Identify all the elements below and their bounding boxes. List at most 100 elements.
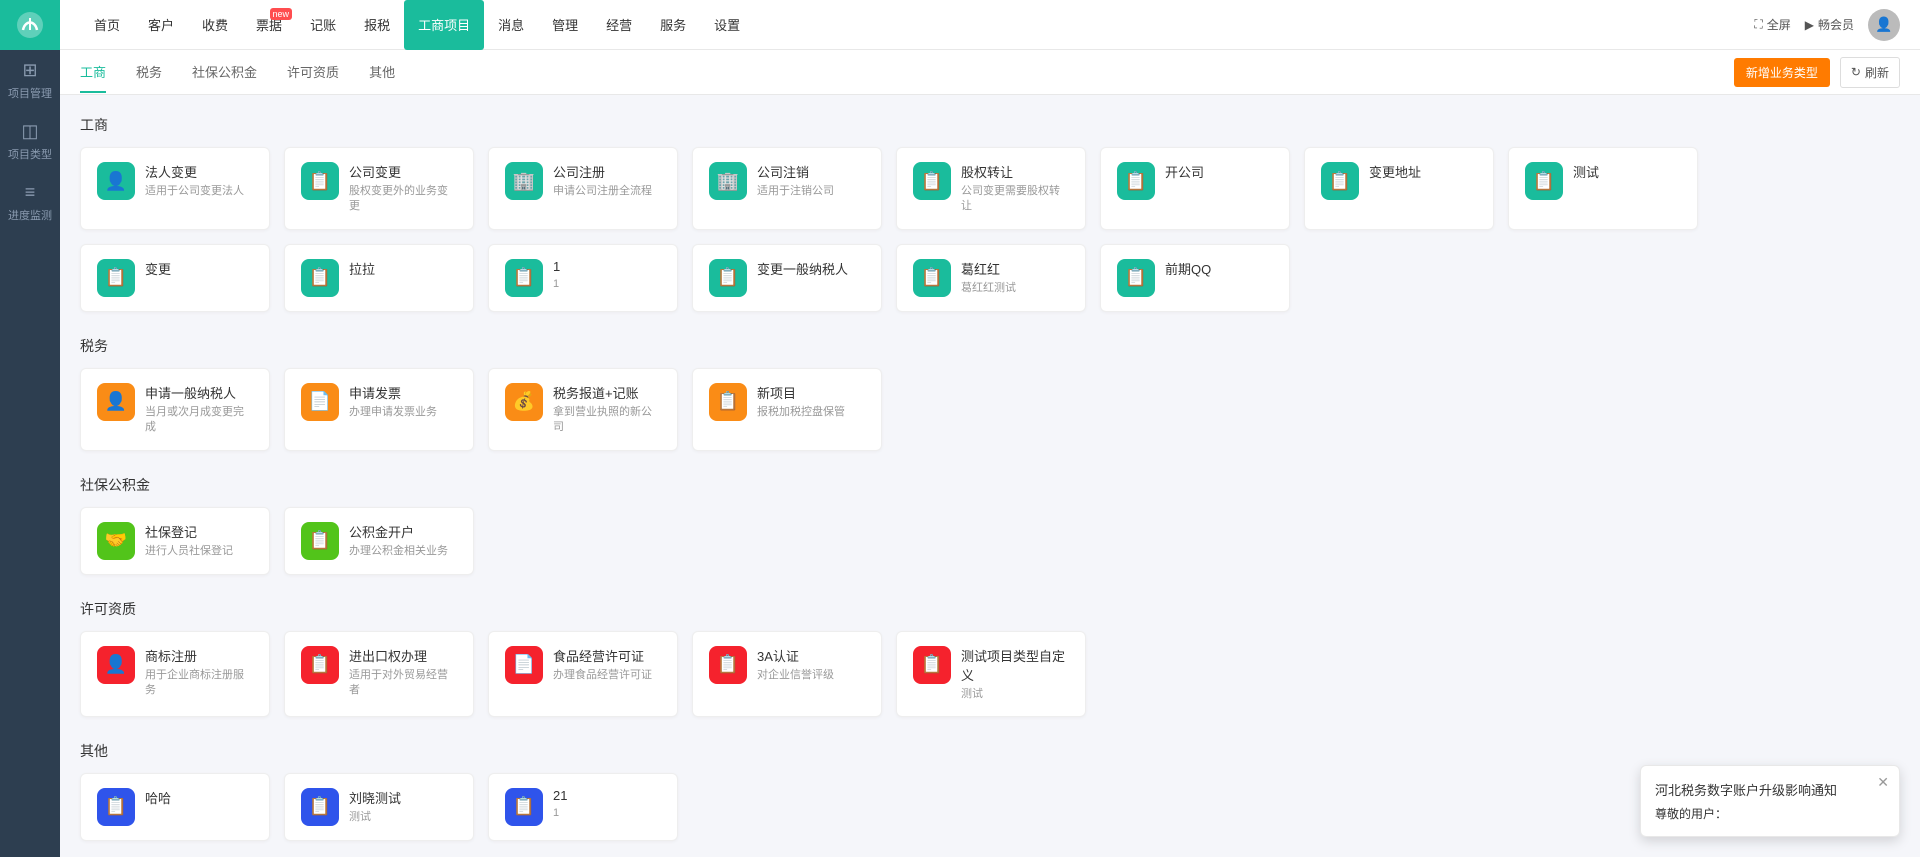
card-desc-apply-invoice: 办理申请发票业务 (349, 405, 457, 420)
card-desc-liu-xiao-test: 测试 (349, 810, 457, 825)
section-title-other: 其他 (80, 741, 1900, 761)
card-icon-new-project: 📋 (709, 383, 747, 421)
cards-grid-license: 👤 商标注册 用于企业商标注册服务 📋 进出口权办理 适用于对外贸易经营者 (80, 631, 1900, 717)
nav-messages[interactable]: 消息 (484, 0, 538, 50)
card-legal-change[interactable]: 👤 法人变更 适用于公司变更法人 (80, 147, 270, 230)
tab-header: 工商 税务 社保公积金 许可资质 其他 新增业务类型 ↻ 刷新 (60, 50, 1920, 95)
card-icon-change-address: 📋 (1321, 162, 1359, 200)
nav-operations[interactable]: 经营 (592, 0, 646, 50)
card-name-legal-change: 法人变更 (145, 162, 253, 181)
nav-clients[interactable]: 客户 (134, 0, 188, 50)
tab-list: 工商 税务 社保公积金 许可资质 其他 (80, 50, 395, 94)
nav-accounting[interactable]: 记账 (296, 0, 350, 50)
card-name-front-qq: 前期QQ (1165, 259, 1273, 278)
card-front-qq[interactable]: 📋 前期QQ (1100, 244, 1290, 312)
card-trademark[interactable]: 👤 商标注册 用于企业商标注册服务 (80, 631, 270, 717)
card-apply-general-tax[interactable]: 👤 申请一般纳税人 当月或次月成变更完成 (80, 368, 270, 451)
card-desc-twenty-one: 1 (553, 806, 661, 821)
card-desc-company-change: 股权变更外的业务变更 (349, 184, 457, 215)
tab-industry[interactable]: 工商 (80, 52, 106, 93)
nav-manage[interactable]: 管理 (538, 0, 592, 50)
card-name-one: 1 (553, 259, 661, 274)
section-title-license: 许可资质 (80, 599, 1900, 619)
card-equity-transfer[interactable]: 📋 股权转让 公司变更需要股权转让 (896, 147, 1086, 230)
card-icon-company-register: 🏢 (505, 162, 543, 200)
topnav-right: ⛶ 全屏 ▶ 畅会员 👤 (1754, 9, 1900, 41)
nav-billing[interactable]: 收费 (188, 0, 242, 50)
refresh-button[interactable]: ↻ 刷新 (1840, 57, 1900, 88)
card-import-export[interactable]: 📋 进出口权办理 适用于对外贸易经营者 (284, 631, 474, 717)
card-change-tax[interactable]: 📋 变更一般纳税人 (692, 244, 882, 312)
card-name-test-type: 测试项目类型自定义 (961, 646, 1069, 684)
sidebar-item-progress-monitor[interactable]: ≡ 进度监测 (0, 172, 60, 233)
avatar-icon: 👤 (1875, 16, 1892, 33)
card-desc-social-register: 进行人员社保登记 (145, 544, 253, 559)
nav-tax[interactable]: 报税 (350, 0, 404, 50)
card-fund-account[interactable]: 📋 公积金开户 办理公积金相关业务 (284, 507, 474, 575)
card-desc-tax-report: 拿到营业执照的新公司 (553, 405, 661, 436)
card-twenty-one[interactable]: 📋 21 1 (488, 773, 678, 841)
sidebar-item-project-manage[interactable]: ⊞ 项目管理 (0, 50, 60, 111)
card-company-change[interactable]: 📋 公司变更 股权变更外的业务变更 (284, 147, 474, 230)
card-desc-ge-red: 葛红红测试 (961, 281, 1069, 296)
card-social-register[interactable]: 🤝 社保登记 进行人员社保登记 (80, 507, 270, 575)
card-name-change-address: 变更地址 (1369, 162, 1477, 181)
nav-service[interactable]: 服务 (646, 0, 700, 50)
card-icon-ge-red: 📋 (913, 259, 951, 297)
card-desc-fund-account: 办理公积金相关业务 (349, 544, 457, 559)
progress-monitor-icon: ≡ (25, 182, 36, 203)
card-food-license[interactable]: 📄 食品经营许可证 办理食品经营许可证 (488, 631, 678, 717)
card-name-lala: 拉拉 (349, 259, 457, 278)
tab-tax[interactable]: 税务 (136, 52, 162, 93)
card-one[interactable]: 📋 1 1 (488, 244, 678, 312)
card-desc-import-export: 适用于对外贸易经营者 (349, 668, 457, 699)
card-company-cancel[interactable]: 🏢 公司注销 适用于注销公司 (692, 147, 882, 230)
card-icon-social-register: 🤝 (97, 522, 135, 560)
vip-icon: ▶ (1805, 18, 1814, 32)
card-name-trademark: 商标注册 (145, 646, 253, 665)
card-name-social-register: 社保登记 (145, 522, 253, 541)
card-3a-cert[interactable]: 📋 3A认证 对企业信誉评级 (692, 631, 882, 717)
card-name-open-company: 开公司 (1165, 162, 1273, 181)
tab-social[interactable]: 社保公积金 (192, 52, 257, 93)
card-tax-report[interactable]: 💰 税务报道+记账 拿到营业执照的新公司 (488, 368, 678, 451)
card-open-company[interactable]: 📋 开公司 (1100, 147, 1290, 230)
fullscreen-btn[interactable]: ⛶ 全屏 (1754, 16, 1790, 33)
avatar[interactable]: 👤 (1868, 9, 1900, 41)
card-desc-company-cancel: 适用于注销公司 (757, 184, 865, 199)
card-change1[interactable]: 📋 变更 (80, 244, 270, 312)
card-change-address[interactable]: 📋 变更地址 (1304, 147, 1494, 230)
main-wrapper: 首页 客户 收费 票据 new 记账 报税 工商项目 消息 管理 经营 服务 设… (60, 0, 1920, 857)
card-name-equity-transfer: 股权转让 (961, 162, 1069, 181)
card-desc-new-project: 报税加税控盘保管 (757, 405, 865, 420)
nav-settings[interactable]: 设置 (700, 0, 754, 50)
card-test1[interactable]: 📋 测试 (1508, 147, 1698, 230)
card-apply-invoice[interactable]: 📄 申请发票 办理申请发票业务 (284, 368, 474, 451)
card-ge-red[interactable]: 📋 葛红红 葛红红测试 (896, 244, 1086, 312)
tab-license[interactable]: 许可资质 (287, 52, 339, 93)
section-title-industry: 工商 (80, 115, 1900, 135)
card-company-register[interactable]: 🏢 公司注册 申请公司注册全流程 (488, 147, 678, 230)
vip-btn[interactable]: ▶ 畅会员 (1805, 16, 1854, 33)
card-name-tax-report: 税务报道+记账 (553, 383, 661, 402)
nav-industry[interactable]: 工商项目 (404, 0, 484, 50)
card-liu-xiao-test[interactable]: 📋 刘晓测试 测试 (284, 773, 474, 841)
card-haha[interactable]: 📋 哈哈 (80, 773, 270, 841)
tab-other[interactable]: 其他 (369, 52, 395, 93)
card-new-project[interactable]: 📋 新项目 报税加税控盘保管 (692, 368, 882, 451)
card-test-type[interactable]: 📋 测试项目类型自定义 测试 (896, 631, 1086, 717)
notification-close-btn[interactable]: ✕ (1877, 774, 1889, 791)
content-main: 工商 税务 社保公积金 许可资质 其他 新增业务类型 ↻ 刷新 工商 (60, 50, 1920, 857)
card-icon-change1: 📋 (97, 259, 135, 297)
nav-tickets[interactable]: 票据 new (242, 0, 296, 50)
cards-grid-industry: 👤 法人变更 适用于公司变更法人 📋 公司变更 股权变更外的业务变更 (80, 147, 1900, 312)
card-lala[interactable]: 📋 拉拉 (284, 244, 474, 312)
card-icon-front-qq: 📋 (1117, 259, 1155, 297)
nav-home[interactable]: 首页 (80, 0, 134, 50)
card-name-change1: 变更 (145, 259, 253, 278)
new-type-button[interactable]: 新增业务类型 (1734, 58, 1830, 87)
topnav: 首页 客户 收费 票据 new 记账 报税 工商项目 消息 管理 经营 服务 设… (60, 0, 1920, 50)
card-icon-test1: 📋 (1525, 162, 1563, 200)
tab-actions: 新增业务类型 ↻ 刷新 (1734, 57, 1900, 88)
sidebar-item-project-type[interactable]: ◫ 项目类型 (0, 111, 60, 172)
